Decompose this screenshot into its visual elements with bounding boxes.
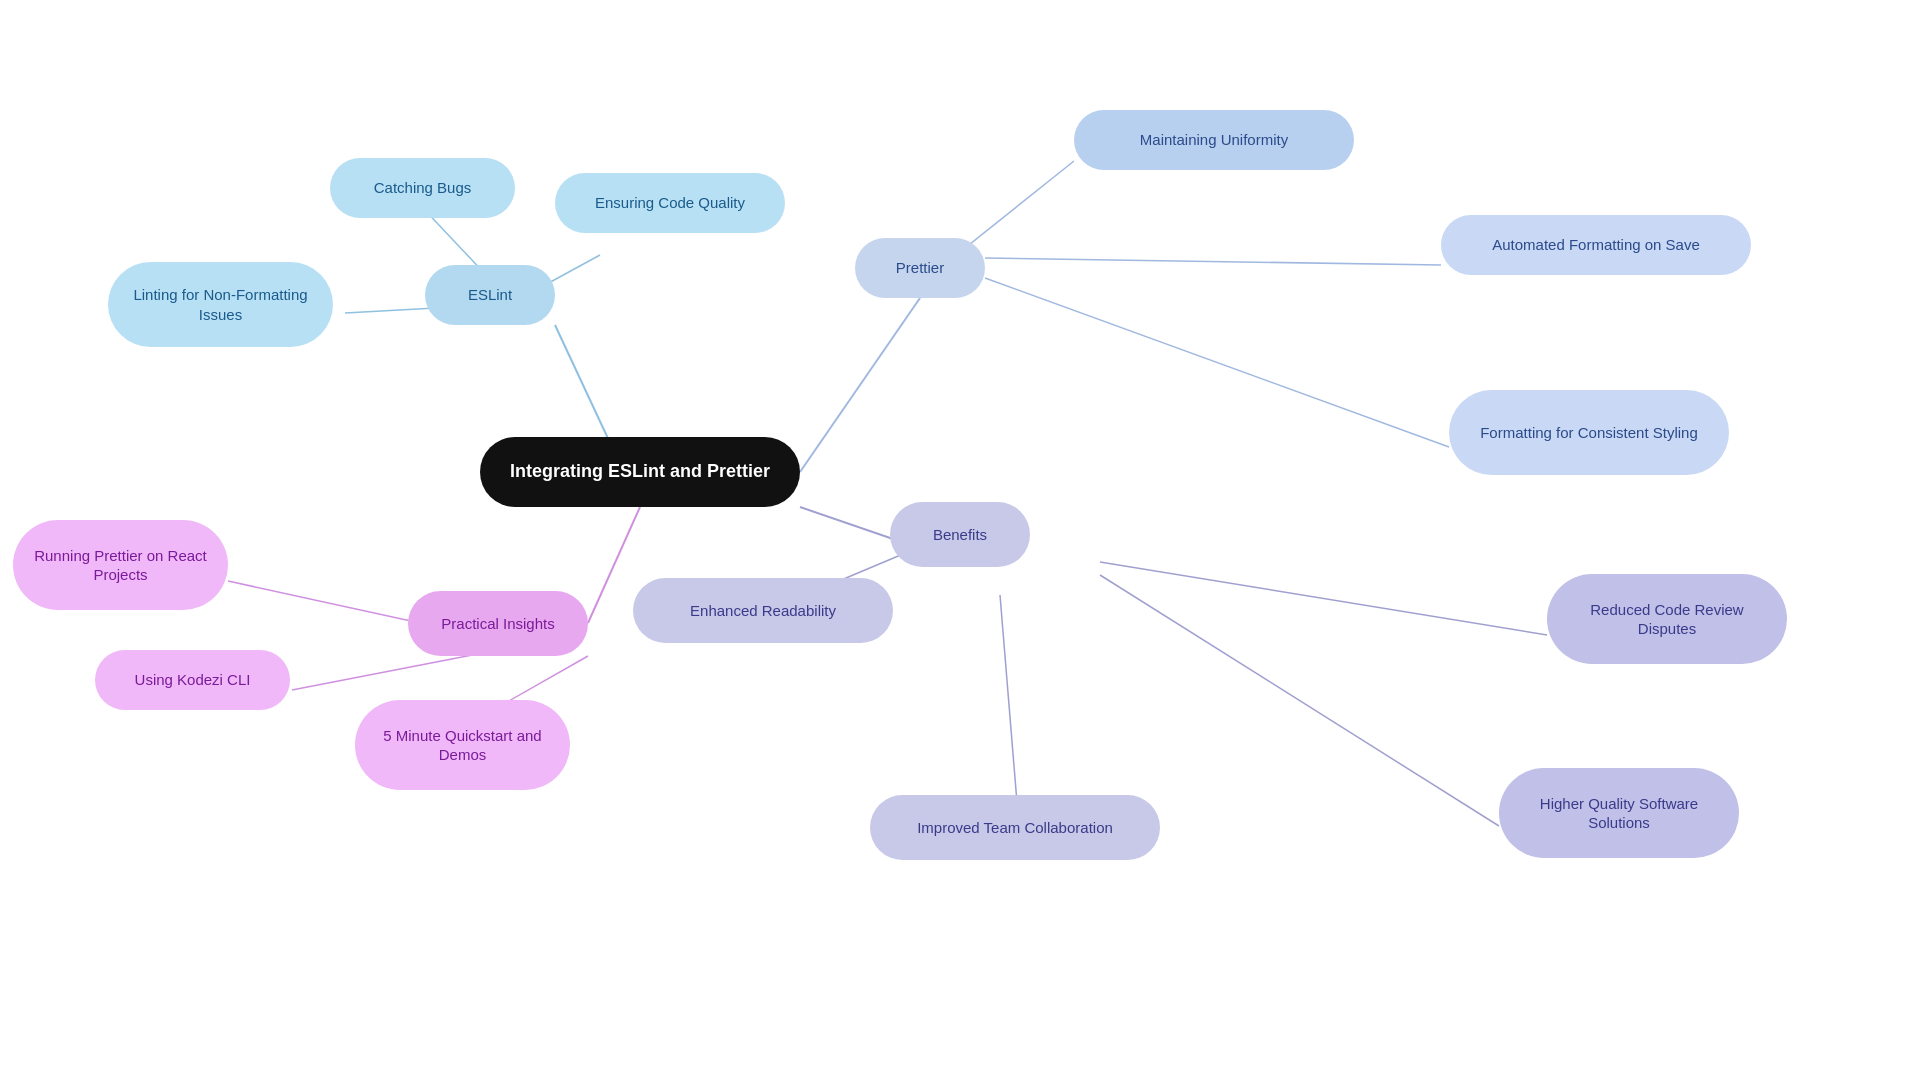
- maintaining-uniformity-label: Maintaining Uniformity: [1122, 118, 1306, 162]
- catching-bugs-label: Catching Bugs: [356, 166, 490, 210]
- svg-line-6: [985, 258, 1441, 265]
- reduced-code-review-label: Reduced Code Review Disputes: [1547, 588, 1787, 651]
- reduced-code-review-node[interactable]: Reduced Code Review Disputes: [1547, 574, 1787, 664]
- ensuring-code-quality-node[interactable]: Ensuring Code Quality: [555, 173, 785, 233]
- mind-map: Integrating ESLint and Prettier ESLint C…: [0, 0, 1920, 1083]
- prettier-node[interactable]: Prettier: [855, 238, 985, 298]
- linting-label: Linting for Non-Formatting Issues: [108, 273, 333, 336]
- svg-line-7: [985, 278, 1449, 447]
- enhanced-readability-label: Enhanced Readability: [672, 589, 854, 633]
- svg-line-10: [292, 650, 498, 690]
- maintaining-uniformity-node[interactable]: Maintaining Uniformity: [1074, 110, 1354, 170]
- running-prettier-label: Running Prettier on React Projects: [13, 534, 228, 597]
- svg-line-4: [800, 298, 920, 472]
- quickstart-node[interactable]: 5 Minute Quickstart and Demos: [355, 700, 570, 790]
- svg-line-8: [588, 507, 640, 623]
- benefits-node[interactable]: Benefits: [890, 502, 1030, 567]
- prettier-label: Prettier: [878, 246, 962, 290]
- linting-node[interactable]: Linting for Non-Formatting Issues: [108, 262, 333, 347]
- using-kodezi-node[interactable]: Using Kodezi CLI: [95, 650, 290, 710]
- quickstart-label: 5 Minute Quickstart and Demos: [355, 714, 570, 777]
- formatting-consistent-node[interactable]: Formatting for Consistent Styling: [1449, 390, 1729, 475]
- center-label: Integrating ESLint and Prettier: [492, 448, 788, 495]
- higher-quality-label: Higher Quality Software Solutions: [1499, 782, 1739, 845]
- center-node[interactable]: Integrating ESLint and Prettier: [480, 437, 800, 507]
- practical-insights-node[interactable]: Practical Insights: [408, 591, 588, 656]
- benefits-label: Benefits: [915, 513, 1005, 557]
- catching-bugs-node[interactable]: Catching Bugs: [330, 158, 515, 218]
- automated-formatting-label: Automated Formatting on Save: [1474, 223, 1718, 267]
- eslint-node[interactable]: ESLint: [425, 265, 555, 325]
- formatting-consistent-label: Formatting for Consistent Styling: [1462, 411, 1716, 455]
- svg-line-15: [1100, 562, 1547, 635]
- eslint-label: ESLint: [450, 273, 530, 317]
- svg-line-16: [1100, 575, 1499, 826]
- enhanced-readability-node[interactable]: Enhanced Readability: [633, 578, 893, 643]
- higher-quality-node[interactable]: Higher Quality Software Solutions: [1499, 768, 1739, 858]
- running-prettier-node[interactable]: Running Prettier on React Projects: [13, 520, 228, 610]
- practical-insights-label: Practical Insights: [423, 602, 572, 646]
- ensuring-code-quality-label: Ensuring Code Quality: [577, 181, 763, 225]
- svg-line-2: [545, 255, 600, 285]
- using-kodezi-label: Using Kodezi CLI: [117, 658, 269, 702]
- improved-team-node[interactable]: Improved Team Collaboration: [870, 795, 1160, 860]
- svg-line-14: [1000, 595, 1019, 827]
- automated-formatting-node[interactable]: Automated Formatting on Save: [1441, 215, 1751, 275]
- improved-team-label: Improved Team Collaboration: [899, 806, 1131, 850]
